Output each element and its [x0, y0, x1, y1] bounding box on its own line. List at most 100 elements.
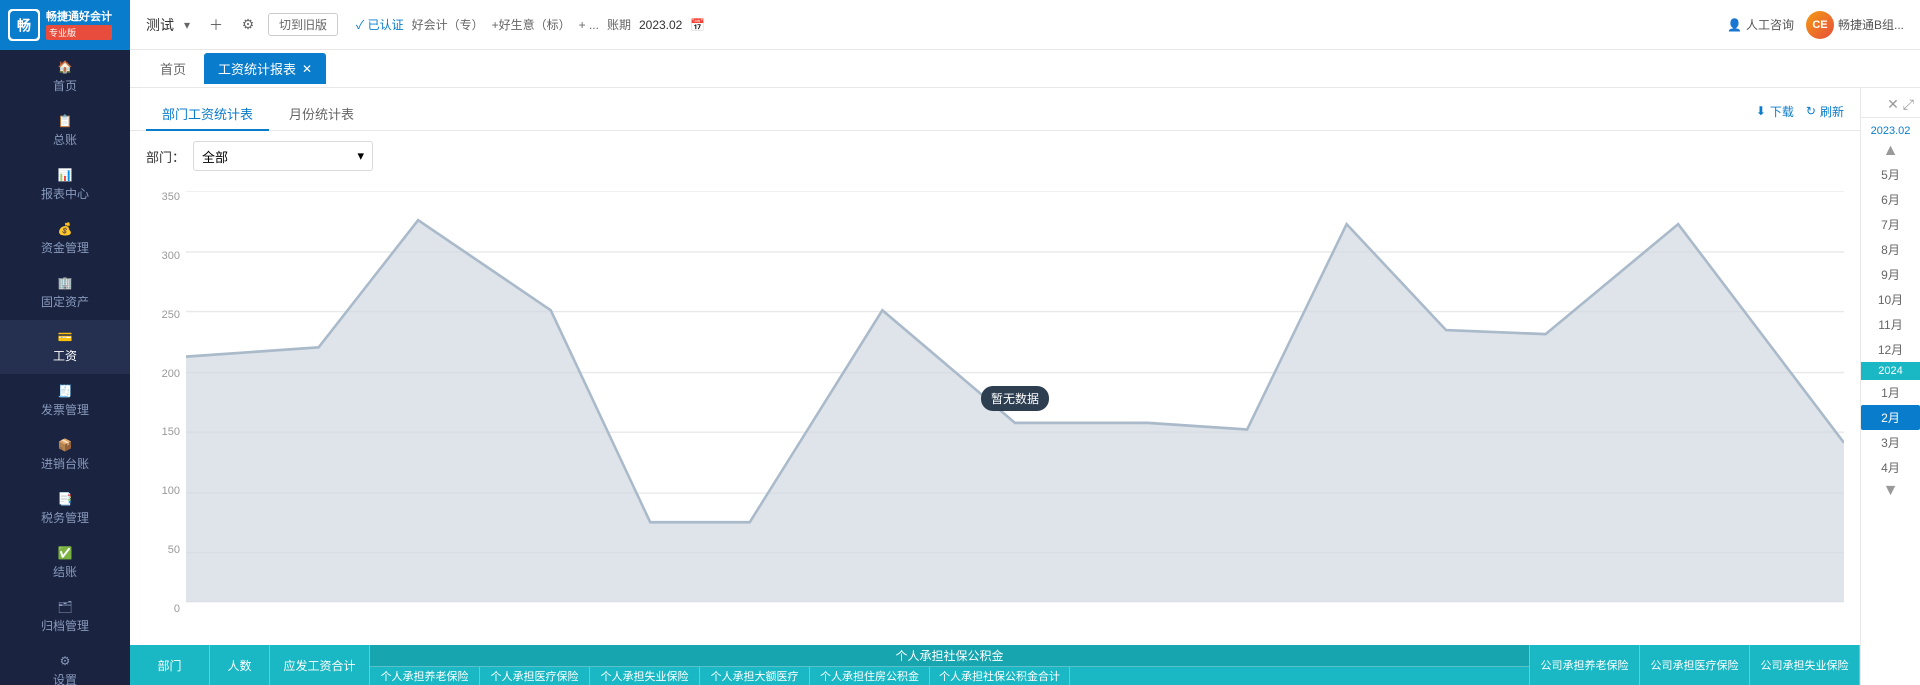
status-more: + ...	[579, 18, 599, 32]
table-footer: 部门 人数 应发工资合计 个人承担社保公积金 个人承担养老保险 个人承担医疗保险…	[130, 645, 1860, 685]
col-salary: 应发工资合计	[270, 645, 370, 685]
close-panel-icon[interactable]: ✕	[1887, 96, 1899, 113]
chart-container: 350 300 250 200 150 100 50 0	[146, 191, 1844, 635]
chart-tooltip: 暂无数据	[981, 386, 1049, 411]
sidebar-item-assets[interactable]: 🏢 固定资产	[0, 266, 130, 320]
sidebar-item-label: 固定资产	[41, 293, 89, 310]
user-button[interactable]: CE 畅捷通B组...	[1806, 11, 1904, 39]
month-1[interactable]: 1月	[1861, 380, 1920, 405]
download-button[interactable]: ⬇ 下载	[1756, 103, 1794, 120]
month-12[interactable]: 12月	[1861, 337, 1920, 362]
y-label-250: 250	[162, 309, 180, 321]
month-9[interactable]: 9月	[1861, 262, 1920, 287]
month-6[interactable]: 6月	[1861, 187, 1920, 212]
archive-icon: 🗂	[57, 600, 72, 614]
month-8[interactable]: 8月	[1861, 237, 1920, 262]
switch-old-button[interactable]: 切到旧版	[268, 13, 338, 36]
ledger-icon: 📋	[58, 114, 73, 128]
sidebar-item-label: 报表中心	[41, 185, 89, 202]
sidebar-item-invoice[interactable]: 🧾 发票管理	[0, 374, 130, 428]
y-label-0: 0	[174, 603, 180, 615]
sidebar-item-label: 发票管理	[41, 401, 89, 418]
month-10[interactable]: 10月	[1861, 287, 1920, 312]
y-label-200: 200	[162, 368, 180, 380]
topbar-actions: ＋ ⚙ 切到旧版	[204, 13, 338, 37]
sidebar-item-settings[interactable]: ⚙ 设置	[0, 644, 130, 685]
status-good-biz: +好生意（标）	[492, 16, 571, 33]
topbar-right: 👤 人工咨询 CE 畅捷通B组...	[1727, 11, 1904, 39]
sidebar-item-home[interactable]: 🏠 首页	[0, 50, 130, 104]
col-dept: 部门	[130, 645, 210, 685]
help-label: 人工咨询	[1746, 16, 1794, 33]
funds-icon: 💰	[58, 222, 73, 236]
prev-year-arrow[interactable]: ▲	[1861, 140, 1920, 162]
sidebar-item-funds[interactable]: 💰 资金管理	[0, 212, 130, 266]
y-label-300: 300	[162, 250, 180, 262]
sidebar: 畅 畅捷通好会计 专业版 🏠 首页 📋 总账 📊 报表中心 💰 资金管理 🏢 固…	[0, 0, 130, 685]
col-total: 个人承担社保公积金合计	[930, 667, 1070, 685]
next-year-arrow[interactable]: ▼	[1861, 480, 1920, 502]
dept-select-value: 全部	[202, 147, 228, 166]
dept-select[interactable]: 全部 ▾	[193, 141, 373, 171]
tab-salary-label: 工资统计报表	[218, 59, 296, 78]
content-area: 部门工资统计表 月份统计表 ⬇ 下载 ↻ 刷新 部门： 全部	[130, 88, 1920, 685]
download-icon: ⬇	[1756, 104, 1766, 118]
add-button[interactable]: ＋	[204, 13, 228, 37]
reports-icon: 📊	[58, 168, 73, 182]
status-period-value: 2023.02	[639, 18, 682, 32]
y-label-50: 50	[168, 544, 180, 556]
panel-header: ✕ ⤢	[1861, 92, 1920, 118]
year-2024-label[interactable]: 2024	[1861, 362, 1920, 380]
settings-button[interactable]: ⚙	[236, 13, 260, 37]
sidebar-item-archive[interactable]: 🗂 归档管理	[0, 590, 130, 644]
month-7[interactable]: 7月	[1861, 212, 1920, 237]
col-pension: 个人承担养老保险	[370, 667, 480, 685]
tab-salary-report[interactable]: 工资统计报表 ✕	[204, 53, 326, 84]
chart-plot: 暂无数据	[186, 191, 1844, 615]
sidebar-item-ledger[interactable]: 📋 总账	[0, 104, 130, 158]
sidebar-item-purchase[interactable]: 📦 进销台账	[0, 428, 130, 482]
month-2[interactable]: 2月	[1861, 405, 1920, 430]
purchase-icon: 📦	[58, 438, 73, 452]
refresh-button[interactable]: ↻ 刷新	[1806, 103, 1844, 120]
group-header: 个人承担社保公积金	[370, 645, 1529, 667]
tab-home[interactable]: 首页	[146, 53, 200, 84]
sidebar-item-checkout[interactable]: ✅ 结账	[0, 536, 130, 590]
month-3[interactable]: 3月	[1861, 430, 1920, 455]
logo-text: 畅捷通好会计	[46, 10, 112, 24]
sidebar-item-tax[interactable]: 📑 税务管理	[0, 482, 130, 536]
month-5[interactable]: 5月	[1861, 162, 1920, 187]
y-label-350: 350	[162, 191, 180, 203]
sidebar-nav: 🏠 首页 📋 总账 📊 报表中心 💰 资金管理 🏢 固定资产 💳 工资 🧾 发票…	[0, 50, 130, 685]
expand-panel-icon[interactable]: ⤢	[1903, 96, 1914, 113]
tax-icon: 📑	[58, 492, 73, 506]
chart-y-axis: 350 300 250 200 150 100 50 0	[146, 191, 186, 615]
sidebar-item-reports[interactable]: 📊 报表中心	[0, 158, 130, 212]
help-button[interactable]: 👤 人工咨询	[1727, 16, 1794, 33]
logo-badge: 专业版	[46, 25, 112, 40]
sidebar-item-salary[interactable]: 💳 工资	[0, 320, 130, 374]
sidebar-item-label: 税务管理	[41, 509, 89, 526]
user-name: 畅捷通B组...	[1838, 16, 1904, 33]
logo-icon: 畅	[8, 9, 40, 41]
col-unemployment: 个人承担失业保险	[590, 667, 700, 685]
topbar: 测试 ▾ ＋ ⚙ 切到旧版 ✓ 已认证 好会计（专） +好生意（标） + ...…	[130, 0, 1920, 50]
invoice-icon: 🧾	[58, 384, 73, 398]
title-dropdown[interactable]: ▾	[184, 18, 190, 32]
sidebar-item-label: 进销台账	[41, 455, 89, 472]
tab-close-icon[interactable]: ✕	[302, 63, 312, 75]
month-4[interactable]: 4月	[1861, 455, 1920, 480]
month-11[interactable]: 11月	[1861, 312, 1920, 337]
sidebar-item-label: 设置	[53, 671, 77, 685]
salary-icon: 💳	[58, 330, 73, 344]
calendar-icon[interactable]: 📅	[690, 18, 705, 32]
sidebar-item-label: 工资	[53, 347, 77, 364]
subtab-dept[interactable]: 部门工资统计表	[146, 98, 269, 131]
download-label: 下载	[1770, 103, 1794, 120]
subtab-month[interactable]: 月份统计表	[273, 98, 370, 131]
filterbar: 部门： 全部 ▾	[130, 131, 1860, 181]
status-good-account: 好会计（专）	[412, 16, 484, 33]
page-title: 测试	[146, 15, 174, 35]
checkout-icon: ✅	[58, 546, 73, 560]
sidebar-item-label: 结账	[53, 563, 77, 580]
